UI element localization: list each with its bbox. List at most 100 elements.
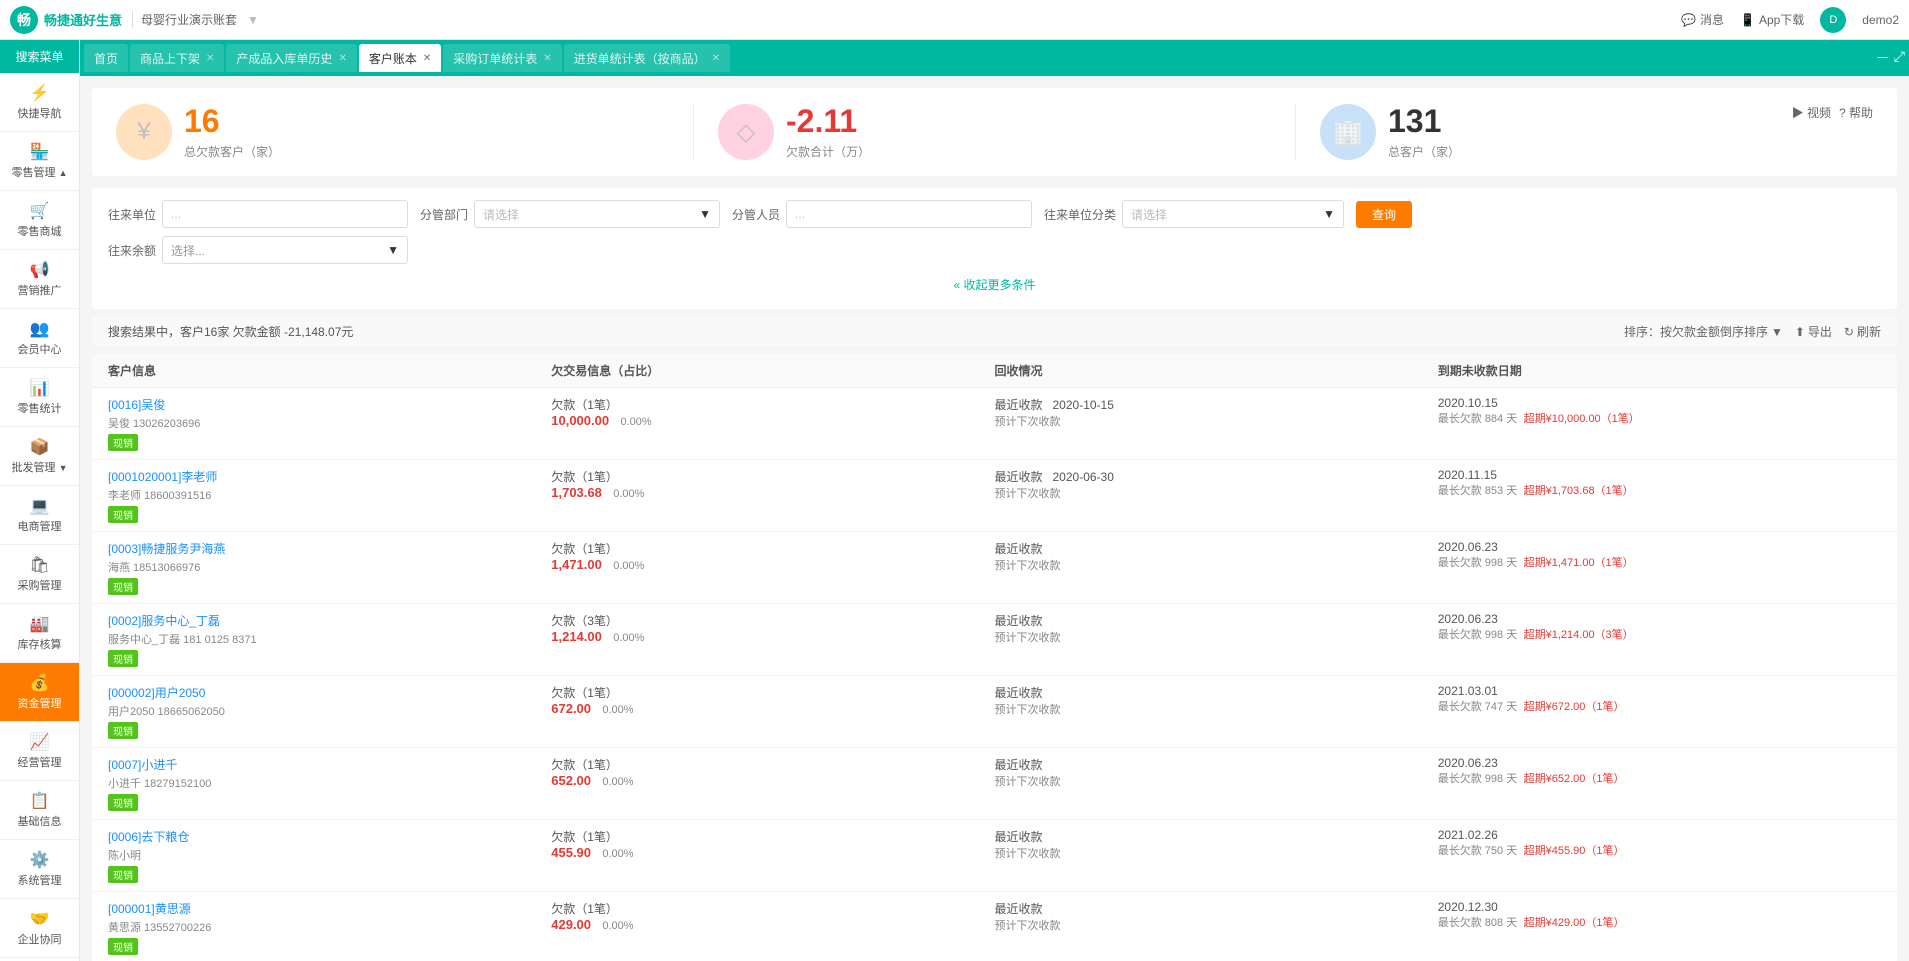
customer-name[interactable]: [0002]服务中心_丁磊	[108, 612, 551, 629]
tab-purchase-stats2-close[interactable]: ✕	[712, 53, 720, 64]
tab-product-history-close[interactable]: ✕	[338, 53, 346, 64]
next-collection: 预计下次收款	[995, 485, 1438, 501]
customer-name[interactable]: [0007]小进千	[108, 756, 551, 773]
app-icon: 📱	[1740, 13, 1755, 27]
unit-category-placeholder: 请选择	[1131, 206, 1167, 223]
balance-input[interactable]: 选择... ▼	[162, 236, 408, 264]
customer-name[interactable]: [0001020001]李老师	[108, 468, 551, 485]
message-btn[interactable]: 💬 消息	[1681, 11, 1724, 28]
tab-home[interactable]: 首页	[84, 44, 128, 72]
sidebar-item-retail-mall[interactable]: 🛒 零售商城	[0, 191, 79, 250]
tab-goods-status-close[interactable]: ✕	[206, 53, 214, 64]
debt-amount[interactable]: 429.00	[551, 917, 591, 932]
sidebar-item-warehouse[interactable]: 🏭 库存核算	[0, 604, 79, 663]
tab-product-history[interactable]: 产成品入库单历史 ✕	[226, 44, 356, 72]
overdue-link[interactable]: 超期¥672.00（1笔）	[1524, 701, 1625, 713]
due-date-cell: 2020.06.23 最长欠款 998 天 超期¥1,214.00（3笔）	[1438, 612, 1881, 642]
debt-amount[interactable]: 672.00	[551, 701, 591, 716]
due-date: 2020.06.23	[1438, 612, 1881, 626]
overdue-info: 最长欠款 853 天 超期¥1,703.68（1笔）	[1438, 482, 1881, 498]
user-avatar[interactable]: D	[1820, 7, 1846, 33]
sidebar-item-ops[interactable]: 📈 经营管理	[0, 722, 79, 781]
sidebar-item-basic[interactable]: 📋 基础信息	[0, 781, 79, 840]
tab-purchase-stats-close[interactable]: ✕	[543, 53, 551, 64]
sort-btn[interactable]: 排序：按欠款金额倒序排序 ▼	[1624, 323, 1783, 340]
enterprise-label: 企业协同	[18, 934, 62, 946]
customer-name[interactable]: [0016]吴俊	[108, 396, 551, 413]
overdue-link[interactable]: 超期¥1,214.00（3笔）	[1524, 629, 1634, 641]
dept-input[interactable]: 请选择 ▼	[474, 200, 720, 228]
tab-customer-account[interactable]: 客户账本 ✕	[359, 44, 441, 72]
help-btn[interactable]: ? 帮助	[1839, 104, 1873, 121]
tab-maximize-btn[interactable]: ⤢	[1894, 48, 1905, 68]
customer-sub: 陈小明	[108, 847, 551, 863]
debt-amount[interactable]: 10,000.00	[551, 413, 609, 428]
search-button[interactable]: 查询	[1356, 201, 1412, 228]
overdue-link[interactable]: 超期¥455.90（1笔）	[1524, 845, 1625, 857]
sidebar-item-purchase[interactable]: 🛍 采购管理	[0, 545, 79, 604]
customer-tag: 现销	[108, 650, 138, 667]
refresh-icon: ↻	[1844, 325, 1854, 339]
debt-percent: 0.00%	[602, 776, 633, 788]
customer-name[interactable]: [0006]去下粮仓	[108, 828, 551, 845]
sort-arrow: ▼	[1771, 325, 1783, 339]
sidebar-item-member[interactable]: 👥 会员中心	[0, 309, 79, 368]
overdue-link[interactable]: 超期¥10,000.00（1笔）	[1524, 413, 1640, 425]
tab-purchase-stats[interactable]: 采购订单统计表 ✕	[443, 44, 561, 72]
sidebar-item-ecommerce[interactable]: 💻 电商管理	[0, 486, 79, 545]
tab-purchase-stats2[interactable]: 进货单统计表（按商品） ✕	[564, 44, 730, 72]
collapse-label: 收起更多条件	[964, 278, 1036, 292]
manager-input[interactable]: ...	[786, 200, 1032, 228]
debt-amount[interactable]: 652.00	[551, 773, 591, 788]
sidebar-search-btn[interactable]: 搜索菜单	[0, 40, 79, 73]
customer-name[interactable]: [0003]畅捷服务尹海燕	[108, 540, 551, 557]
tab-goods-status[interactable]: 商品上下架 ✕	[130, 44, 224, 72]
overdue-link[interactable]: 超期¥429.00（1笔）	[1524, 917, 1625, 929]
sidebar-item-retail-mgmt[interactable]: 🏪 零售管理 ▲	[0, 132, 79, 191]
sidebar-item-finance[interactable]: 💰 资金管理	[0, 663, 79, 722]
tab-minimize-btn[interactable]: －	[1876, 48, 1890, 68]
debt-amount[interactable]: 1,703.68	[551, 485, 602, 500]
sidebar-item-quick-nav[interactable]: ⚡ 快捷导航	[0, 73, 79, 132]
unit-category-input[interactable]: 请选择 ▼	[1122, 200, 1344, 228]
source-unit-input[interactable]: ...	[162, 200, 408, 228]
debt-amount-row: 10,000.00 0.00%	[551, 413, 994, 428]
tab-goods-status-label: 商品上下架	[140, 50, 200, 67]
sidebar-item-system[interactable]: ⚙️ 系统管理	[0, 840, 79, 899]
overdue-link[interactable]: 超期¥1,471.00（1笔）	[1524, 557, 1634, 569]
table-body: [0016]吴俊 吴俊 13026203696 现销 欠款（1笔） 10,000…	[92, 388, 1897, 961]
debt-count: 欠款（1笔）	[551, 396, 994, 413]
debt-amount-row: 429.00 0.00%	[551, 917, 994, 932]
customer-tag: 现销	[108, 722, 138, 739]
ops-icon: 📈	[4, 732, 75, 752]
sidebar-item-enterprise[interactable]: 🤝 企业协同	[0, 899, 79, 958]
customer-info-cell: [0006]去下粮仓 陈小明 现销	[108, 828, 551, 883]
customer-name[interactable]: [000001]黄思源	[108, 900, 551, 917]
collapse-btn[interactable]: « 收起更多条件	[108, 272, 1881, 297]
overdue-link[interactable]: 超期¥652.00（1笔）	[1524, 773, 1625, 785]
debt-amount-row: 1,214.00 0.00%	[551, 629, 994, 644]
customer-name[interactable]: [000002]用户2050	[108, 684, 551, 701]
sidebar-item-marketing[interactable]: 📢 营销推广	[0, 250, 79, 309]
debt-amount[interactable]: 1,214.00	[551, 629, 602, 644]
app-download-btn[interactable]: 📱 App下载	[1740, 11, 1804, 28]
overdue-link[interactable]: 超期¥1,703.68（1笔）	[1524, 485, 1634, 497]
debt-amount[interactable]: 455.90	[551, 845, 591, 860]
main-layout: 搜索菜单 ⚡ 快捷导航 🏪 零售管理 ▲ 🛒 零售商城 📢 营销推广 👥 会员中…	[0, 40, 1909, 961]
debt-amount[interactable]: 1,471.00	[551, 557, 602, 572]
total-customers-label: 总客户（家）	[1388, 143, 1460, 160]
tab-customer-account-close[interactable]: ✕	[423, 53, 431, 64]
view-btn[interactable]: ▶ 视频	[1792, 104, 1831, 121]
system-nav-arrow[interactable]: ▼	[247, 13, 259, 27]
message-label: 消息	[1700, 11, 1724, 28]
sidebar-item-wholesale[interactable]: 📦 批发管理 ▼	[0, 427, 79, 486]
refresh-btn[interactable]: ↻ 刷新	[1844, 323, 1881, 340]
export-label: 导出	[1808, 323, 1832, 340]
debt-total-icon: ◇	[718, 104, 774, 160]
sidebar-item-retail-stats[interactable]: 📊 零售统计	[0, 368, 79, 427]
view-label: 视频	[1807, 106, 1831, 120]
export-btn[interactable]: ⬆ 导出	[1795, 323, 1832, 340]
stat-card-debt-customers: ¥ 16 总欠款客户（家）	[92, 104, 694, 160]
due-date: 2020.11.15	[1438, 468, 1881, 482]
user-name[interactable]: demo2	[1862, 13, 1899, 27]
